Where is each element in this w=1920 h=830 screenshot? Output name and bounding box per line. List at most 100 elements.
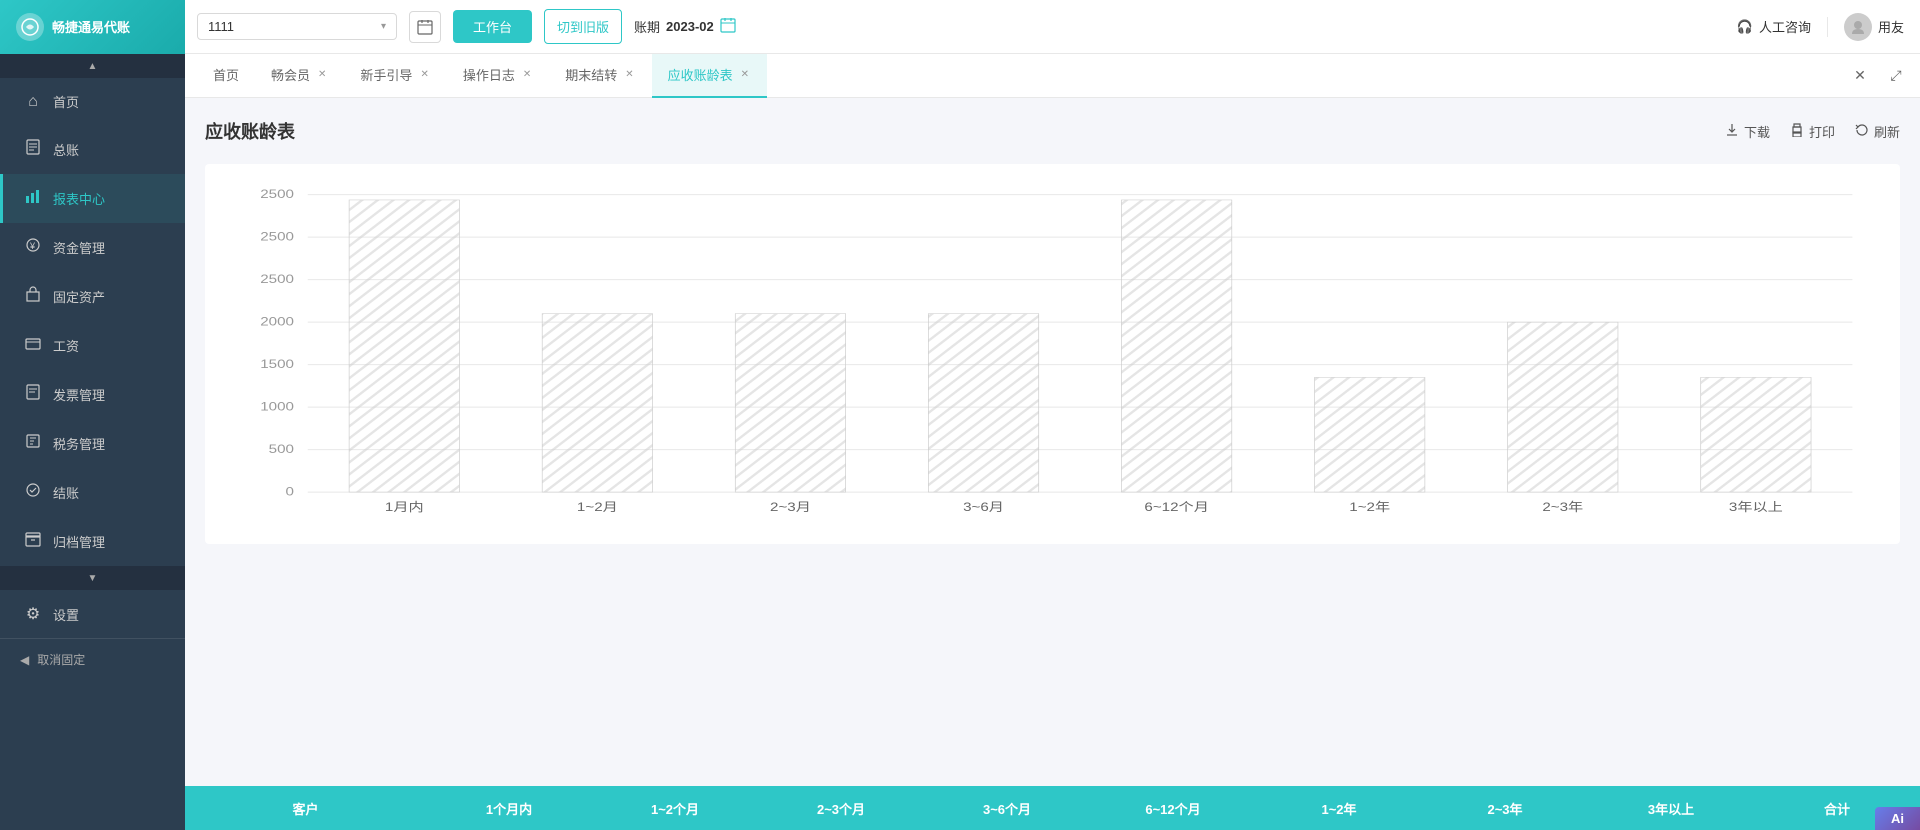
archive-icon [23,531,43,552]
tabs-bar: 首页 畅会员 ✕ 新手引导 ✕ 操作日志 ✕ 期末结转 ✕ 应收账龄表 ✕ [185,54,1920,98]
calendar-button[interactable] [409,11,441,43]
download-icon [1725,123,1739,140]
svg-text:2500: 2500 [260,230,294,243]
sidebar-label-ledger: 总账 [53,140,79,159]
tab-member[interactable]: 畅会员 ✕ [255,54,344,98]
tabs-close-all[interactable]: ✕ [1848,64,1872,88]
pin-icon: ◀ [20,653,29,667]
th-1-2year: 1~2年 [1256,799,1422,818]
svg-text:2~3年: 2~3年 [1542,501,1583,514]
chart-container: 2500 2500 2500 2000 1500 1000 500 0 [205,164,1900,544]
tab-guide-close[interactable]: ✕ [418,67,430,82]
print-button[interactable]: 打印 [1790,122,1835,141]
sidebar-item-invoice[interactable]: 发票管理 [0,370,185,419]
logo-text: 畅捷通易代账 [52,17,130,36]
tab-oplog-close[interactable]: ✕ [521,67,533,82]
sidebar-item-ledger[interactable]: 总账 [0,125,185,174]
svg-text:1000: 1000 [260,400,294,413]
consult-label: 人工咨询 [1759,17,1811,36]
period-area: 账期 2023-02 [634,17,736,36]
sidebar-item-salary[interactable]: 工资 [0,321,185,370]
sidebar-label-home: 首页 [53,92,79,111]
th-customer: 客户 [185,799,426,818]
tabs-expand[interactable]: ⤢ [1884,64,1908,88]
tab-guide-label: 新手引导 [360,65,412,84]
company-name: 1111 [208,19,375,34]
user-area[interactable]: 用友 [1844,13,1904,41]
sidebar-scroll-down[interactable]: ▼ [0,566,185,590]
tab-aging-close[interactable]: ✕ [739,67,751,82]
page-content: 应收账龄表 下载 打印 [185,98,1920,786]
sidebar-label-tax: 税务管理 [53,434,105,453]
sidebar-item-archive[interactable]: 归档管理 [0,517,185,566]
tab-member-label: 畅会员 [271,65,310,84]
page-actions: 下载 打印 刷新 [1725,122,1900,141]
th-1month: 1个月内 [426,799,592,818]
svg-text:1~2年: 1~2年 [1349,501,1390,514]
tax-icon [23,433,43,454]
svg-text:1~2月: 1~2月 [577,501,618,514]
tab-home-label: 首页 [213,65,239,84]
svg-text:2500: 2500 [260,272,294,285]
switch-old-button[interactable]: 切到旧版 [544,9,622,44]
refresh-label: 刷新 [1874,122,1900,141]
chart-svg: 2500 2500 2500 2000 1500 1000 500 0 [225,184,1880,524]
svg-text:2~3月: 2~3月 [770,501,811,514]
sidebar-item-funds[interactable]: ¥ 资金管理 [0,223,185,272]
sidebar-item-tax[interactable]: 税务管理 [0,419,185,468]
tab-oplog[interactable]: 操作日志 ✕ [447,54,549,98]
sidebar: ▲ ⌂ 首页 总账 报表中心 ¥ 资金管理 固定资产 [0,54,185,830]
sidebar-label-reports: 报表中心 [53,189,105,208]
logo-area: 畅捷通易代账 [0,0,185,54]
chart-inner: 2500 2500 2500 2000 1500 1000 500 0 [225,184,1880,524]
sidebar-label-invoice: 发票管理 [53,385,105,404]
tab-guide[interactable]: 新手引导 ✕ [344,54,446,98]
sidebar-item-reports[interactable]: 报表中心 [0,174,185,223]
sidebar-item-assets[interactable]: 固定资产 [0,272,185,321]
sidebar-footer[interactable]: ◀ 取消固定 [0,638,185,680]
sidebar-item-settings[interactable]: ⚙ 设置 [0,590,185,638]
tab-member-close[interactable]: ✕ [316,67,328,82]
svg-text:1500: 1500 [260,357,294,370]
funds-icon: ¥ [23,237,43,258]
period-calendar-icon[interactable] [720,17,736,36]
th-2-3year: 2~3年 [1422,799,1588,818]
divider [1827,17,1828,37]
svg-text:3~6月: 3~6月 [963,501,1004,514]
header-right: 🎧 人工咨询 用友 [1737,13,1904,41]
avatar [1844,13,1872,41]
sidebar-label-assets: 固定资产 [53,287,105,306]
download-button[interactable]: 下载 [1725,122,1770,141]
sidebar-footer-label: 取消固定 [37,651,85,668]
consult-button[interactable]: 🎧 人工咨询 [1737,17,1811,36]
tab-home[interactable]: 首页 [197,54,255,98]
sidebar-scroll-up[interactable]: ▲ [0,54,185,78]
th-2-3month: 2~3个月 [758,799,924,818]
tab-oplog-label: 操作日志 [463,65,515,84]
checkout-icon [23,482,43,503]
tabs-actions: ✕ ⤢ [1848,64,1908,88]
svg-text:¥: ¥ [29,241,36,251]
company-selector[interactable]: 1111 ▾ [197,13,397,40]
refresh-icon [1855,123,1869,140]
tab-closing-label: 期末结转 [565,65,617,84]
sidebar-item-home[interactable]: ⌂ 首页 [0,78,185,125]
table-header: 客户 1个月内 1~2个月 2~3个月 3~6个月 6~12个月 1~2年 2~… [185,786,1920,830]
page-header: 应收账龄表 下载 打印 [205,118,1900,144]
chevron-down-icon: ▾ [381,21,386,32]
th-3year-plus: 3年以上 [1588,799,1754,818]
ai-badge[interactable]: Ai [1875,807,1920,830]
svg-text:3年以上: 3年以上 [1729,501,1783,514]
tab-aging[interactable]: 应收账龄表 ✕ [652,54,767,98]
workbench-button[interactable]: 工作台 [453,10,532,43]
ai-label: Ai [1891,811,1904,826]
logo-icon [16,13,44,41]
tab-closing[interactable]: 期末结转 ✕ [549,54,651,98]
salary-icon [23,335,43,356]
tab-closing-close[interactable]: ✕ [623,67,635,82]
refresh-button[interactable]: 刷新 [1855,122,1900,141]
svg-text:1月内: 1月内 [385,501,424,514]
period-value: 2023-02 [666,19,714,34]
tab-aging-label: 应收账龄表 [668,65,733,84]
sidebar-item-checkout[interactable]: 结账 [0,468,185,517]
